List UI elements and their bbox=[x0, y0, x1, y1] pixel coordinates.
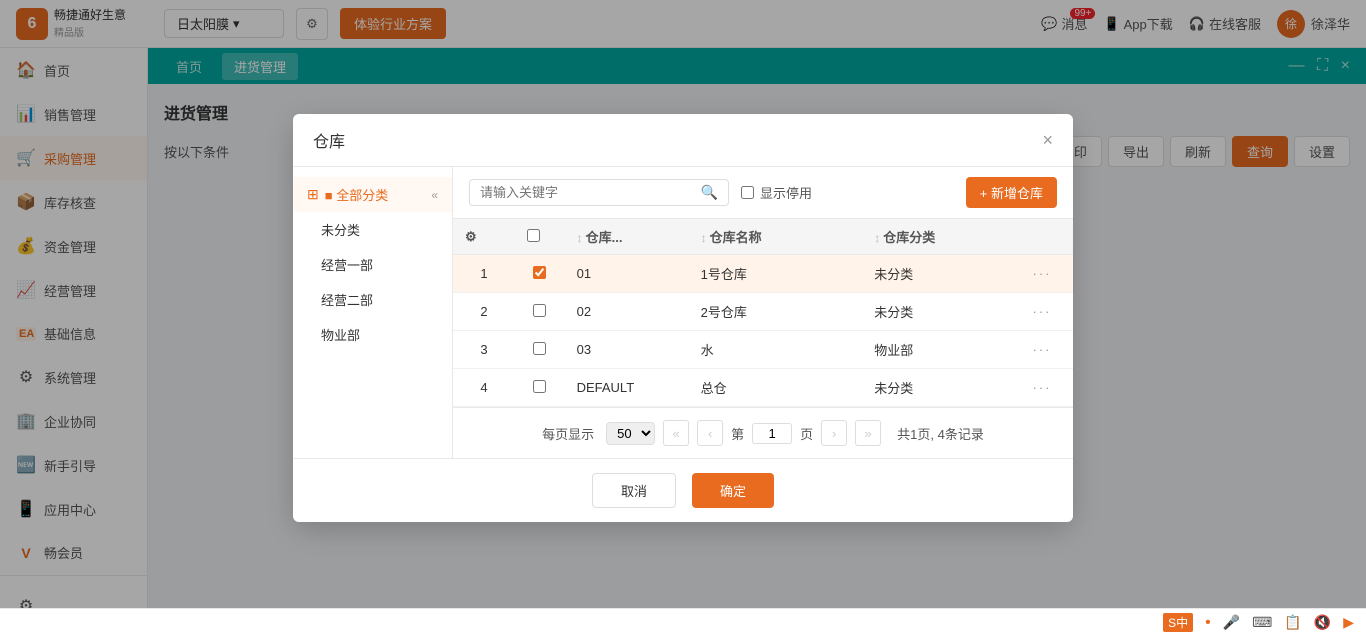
row-checkbox[interactable] bbox=[533, 380, 546, 393]
clipboard-icon[interactable]: 📋 bbox=[1284, 614, 1301, 631]
speaker-icon[interactable]: 🔇 bbox=[1314, 614, 1331, 631]
bottom-status-bar: S中 • 🎤 ⌨ 📋 🔇 ▶ bbox=[0, 608, 1366, 636]
row-more[interactable]: ··· bbox=[1011, 255, 1073, 293]
keyboard-icon[interactable]: ⌨ bbox=[1252, 614, 1272, 631]
table-row[interactable]: 2 02 2号仓库 未分类 ··· bbox=[453, 293, 1073, 331]
dialog-toolbar: 🔍 显示停用 + 新增仓库 bbox=[453, 167, 1073, 219]
category-operations-2[interactable]: 经营二部 bbox=[293, 282, 452, 317]
dialog-main-panel: 🔍 显示停用 + 新增仓库 ⚙ bbox=[453, 167, 1073, 458]
table-row[interactable]: 1 01 1号仓库 未分类 ··· bbox=[453, 255, 1073, 293]
row-checkbox[interactable] bbox=[533, 304, 546, 317]
next-page-button[interactable]: › bbox=[821, 420, 847, 446]
row-more[interactable]: ··· bbox=[1011, 331, 1073, 369]
play-icon[interactable]: ▶ bbox=[1343, 614, 1354, 631]
row-checkbox-cell bbox=[515, 369, 565, 407]
page-summary: 共1页, 4条记录 bbox=[897, 424, 984, 443]
pagination: 每页显示 50 « ‹ 第 页 › » 共1页, 4条记录 bbox=[453, 407, 1073, 458]
warehouse-dialog: 仓库 × ⊞ ■ 全部分类 « 未分类 经营一部 经营二部 bbox=[293, 114, 1073, 522]
show-disabled-label: 显示停用 bbox=[760, 183, 812, 202]
s-logo-icon: S中 bbox=[1163, 613, 1193, 632]
grid-icon: ⊞ bbox=[307, 186, 319, 203]
th-more bbox=[1011, 219, 1073, 255]
th-code: ↕仓库... bbox=[565, 219, 689, 255]
category-operations-1[interactable]: 经营一部 bbox=[293, 247, 452, 282]
row-code: 01 bbox=[565, 255, 689, 293]
row-name: 总仓 bbox=[689, 369, 863, 407]
row-num: 3 bbox=[453, 331, 515, 369]
row-checkbox-cell bbox=[515, 331, 565, 369]
modal-overlay: 仓库 × ⊞ ■ 全部分类 « 未分类 经营一部 经营二部 bbox=[0, 0, 1366, 636]
page-label: 第 bbox=[731, 424, 744, 443]
row-category: 未分类 bbox=[862, 293, 1011, 331]
dialog-body: ⊞ ■ 全部分类 « 未分类 经营一部 经营二部 物业部 bbox=[293, 167, 1073, 458]
row-num: 2 bbox=[453, 293, 515, 331]
collapse-button[interactable]: « bbox=[431, 188, 438, 202]
th-settings: ⚙ bbox=[453, 219, 515, 255]
th-name: ↕仓库名称 bbox=[689, 219, 863, 255]
mic-icon[interactable]: 🎤 bbox=[1223, 614, 1240, 631]
dialog-close-button[interactable]: × bbox=[1042, 131, 1053, 149]
dialog-category-sidebar: ⊞ ■ 全部分类 « 未分类 经营一部 经营二部 物业部 bbox=[293, 167, 453, 458]
row-category: 未分类 bbox=[862, 255, 1011, 293]
more-icon[interactable]: ··· bbox=[1032, 266, 1051, 281]
row-more[interactable]: ··· bbox=[1011, 369, 1073, 407]
all-categories-item[interactable]: ⊞ ■ 全部分类 « bbox=[293, 177, 452, 212]
row-checkbox[interactable] bbox=[533, 266, 546, 279]
row-code: 03 bbox=[565, 331, 689, 369]
row-category: 未分类 bbox=[862, 369, 1011, 407]
row-num: 1 bbox=[453, 255, 515, 293]
search-box: 🔍 bbox=[469, 179, 729, 206]
all-categories-label: ■ 全部分类 bbox=[325, 185, 388, 204]
dialog-header: 仓库 × bbox=[293, 114, 1073, 167]
th-checkbox bbox=[515, 219, 565, 255]
dialog-title: 仓库 bbox=[313, 128, 345, 152]
first-page-button[interactable]: « bbox=[663, 420, 689, 446]
dialog-footer: 取消 确定 bbox=[293, 458, 1073, 522]
th-gear-icon: ⚙ bbox=[465, 229, 477, 244]
more-icon[interactable]: ··· bbox=[1032, 304, 1051, 319]
cancel-button[interactable]: 取消 bbox=[592, 473, 676, 508]
more-icon[interactable]: ··· bbox=[1032, 342, 1051, 357]
more-icon[interactable]: ··· bbox=[1032, 380, 1051, 395]
row-name: 水 bbox=[689, 331, 863, 369]
th-category: ↕仓库分类 bbox=[862, 219, 1011, 255]
row-name: 2号仓库 bbox=[689, 293, 863, 331]
row-name: 1号仓库 bbox=[689, 255, 863, 293]
per-page-label: 每页显示 bbox=[542, 424, 594, 443]
warehouse-table-wrap: ⚙ ↕仓库... ↕仓库名称 ↕仓库分类 1 01 1号仓库 未分 bbox=[453, 219, 1073, 407]
page-number-input[interactable] bbox=[752, 423, 792, 444]
select-all-checkbox[interactable] bbox=[527, 229, 540, 242]
row-more[interactable]: ··· bbox=[1011, 293, 1073, 331]
table-row[interactable]: 4 DEFAULT 总仓 未分类 ··· bbox=[453, 369, 1073, 407]
status-dot: • bbox=[1205, 614, 1211, 632]
row-code: DEFAULT bbox=[565, 369, 689, 407]
row-checkbox-cell bbox=[515, 255, 565, 293]
search-icon[interactable]: 🔍 bbox=[701, 184, 718, 201]
search-input[interactable] bbox=[480, 185, 695, 200]
row-code: 02 bbox=[565, 293, 689, 331]
row-checkbox[interactable] bbox=[533, 342, 546, 355]
prev-page-button[interactable]: ‹ bbox=[697, 420, 723, 446]
warehouse-table: ⚙ ↕仓库... ↕仓库名称 ↕仓库分类 1 01 1号仓库 未分 bbox=[453, 219, 1073, 407]
add-warehouse-button[interactable]: + 新增仓库 bbox=[966, 177, 1057, 208]
category-property[interactable]: 物业部 bbox=[293, 317, 452, 352]
confirm-button[interactable]: 确定 bbox=[692, 473, 774, 508]
page-unit: 页 bbox=[800, 424, 813, 443]
table-header-row: ⚙ ↕仓库... ↕仓库名称 ↕仓库分类 bbox=[453, 219, 1073, 255]
last-page-button[interactable]: » bbox=[855, 420, 881, 446]
category-unclassified[interactable]: 未分类 bbox=[293, 212, 452, 247]
show-disabled-checkbox[interactable] bbox=[741, 186, 754, 199]
per-page-select[interactable]: 50 bbox=[606, 422, 655, 445]
row-category: 物业部 bbox=[862, 331, 1011, 369]
show-disabled-checkbox-group: 显示停用 bbox=[741, 183, 812, 202]
table-row[interactable]: 3 03 水 物业部 ··· bbox=[453, 331, 1073, 369]
row-checkbox-cell bbox=[515, 293, 565, 331]
row-num: 4 bbox=[453, 369, 515, 407]
